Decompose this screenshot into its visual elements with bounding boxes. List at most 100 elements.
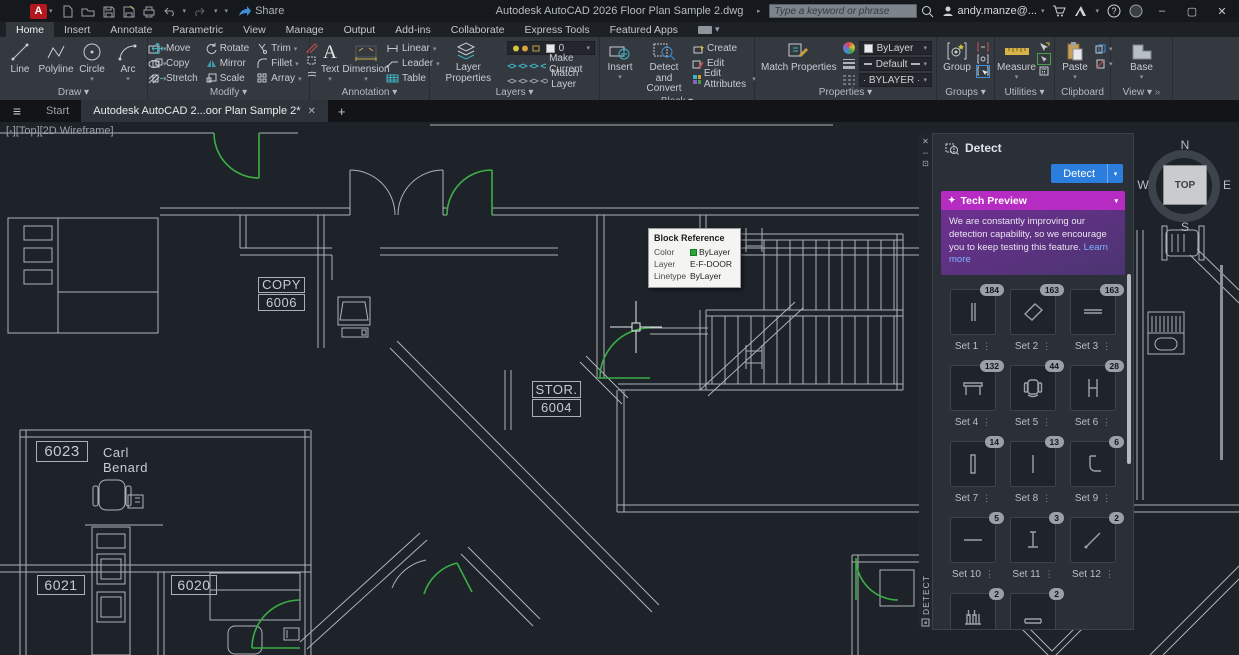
ribbon-tab-add-ins[interactable]: Add-ins bbox=[385, 22, 441, 37]
group-selection-icon[interactable] bbox=[976, 65, 990, 78]
compass-south[interactable]: S bbox=[1178, 220, 1192, 234]
set-card-vertical-rectangle-icon[interactable]: 14 bbox=[950, 436, 1004, 488]
set-card-chair-icon[interactable]: 44 bbox=[1010, 360, 1064, 412]
help-icon[interactable]: ? bbox=[1107, 4, 1121, 18]
viewcube[interactable]: N W E S TOP bbox=[1137, 138, 1231, 238]
ribbon-tab-output[interactable]: Output bbox=[334, 22, 386, 37]
screencast-icon[interactable] bbox=[1129, 4, 1143, 18]
set-options-kebab-icon[interactable]: ⋮ bbox=[1042, 417, 1051, 428]
lineweight-dropdown[interactable]: Default ▾ bbox=[858, 57, 932, 71]
minimize-button[interactable]: – bbox=[1151, 5, 1173, 17]
insert-button[interactable]: Insert ▾ bbox=[604, 40, 636, 82]
new-file-icon[interactable] bbox=[61, 5, 74, 18]
set-options-kebab-icon[interactable]: ⋮ bbox=[1105, 569, 1114, 580]
move-button[interactable]: Move bbox=[152, 42, 198, 55]
close-button[interactable]: ✕ bbox=[1211, 5, 1233, 18]
palette-properties-icon[interactable]: ⊡ bbox=[922, 158, 929, 169]
dimension-button[interactable]: Dimension ▾ bbox=[342, 40, 390, 84]
paste-button[interactable]: Paste ▾ bbox=[1059, 40, 1091, 82]
save-as-icon[interactable] bbox=[122, 5, 135, 18]
ribbon-tab-featured-apps[interactable]: Featured Apps bbox=[600, 22, 688, 37]
undo-icon[interactable] bbox=[162, 5, 176, 17]
set-options-kebab-icon[interactable]: ⋮ bbox=[982, 417, 991, 428]
set-card-low-bar-icon[interactable]: 2 bbox=[1010, 588, 1064, 629]
set-card-corner-profile-icon[interactable]: 6 bbox=[1070, 436, 1124, 488]
mirror-button[interactable]: Mirror bbox=[206, 57, 249, 70]
tab-active-drawing[interactable]: Autodesk AutoCAD 2...oor Plan Sample 2* … bbox=[81, 100, 328, 122]
cut-clip-icon[interactable]: ▾ bbox=[1095, 57, 1113, 70]
ribbon-tab-home[interactable]: Home bbox=[6, 22, 55, 37]
set-card-diagonal-line-icon[interactable]: 2 bbox=[1070, 512, 1124, 564]
palette-side-tab[interactable]: DETECT bbox=[921, 575, 931, 627]
set-card-rotated-rectangle-icon[interactable]: 163 bbox=[1010, 284, 1064, 336]
set-options-kebab-icon[interactable]: ⋮ bbox=[982, 493, 991, 504]
set-options-kebab-icon[interactable]: ⋮ bbox=[1042, 341, 1051, 352]
copy-clip-icon[interactable]: ▾ bbox=[1095, 42, 1113, 55]
palette-close-icon[interactable]: ✕ bbox=[922, 136, 929, 147]
panel-utilities-label[interactable]: Utilities ▾ bbox=[995, 87, 1054, 100]
object-color-dropdown[interactable]: ByLayer ▾ bbox=[858, 41, 932, 55]
cart-icon[interactable] bbox=[1052, 5, 1067, 17]
viewcube-top-face[interactable]: TOP bbox=[1163, 165, 1207, 205]
set-options-kebab-icon[interactable]: ⋮ bbox=[985, 569, 994, 580]
ribbon-tab-view[interactable]: View bbox=[233, 22, 276, 37]
set-options-kebab-icon[interactable]: ⋮ bbox=[982, 341, 991, 352]
ribbon-tab-collaborate[interactable]: Collaborate bbox=[441, 22, 515, 37]
undo-caret-icon[interactable]: ▾ bbox=[183, 7, 187, 15]
panel-properties-label[interactable]: Properties ▾ bbox=[755, 87, 936, 100]
panel-scrollbar[interactable] bbox=[1127, 274, 1131, 464]
set-card-i-beam-icon[interactable]: 3 bbox=[1010, 512, 1064, 564]
compass-west[interactable]: W bbox=[1136, 178, 1150, 192]
linetype-dropdown[interactable]: BYLAYER ▾ bbox=[858, 73, 932, 87]
compass-north[interactable]: N bbox=[1178, 138, 1192, 152]
ribbon-tab-insert[interactable]: Insert bbox=[54, 22, 100, 37]
set-card-vertical-line-icon[interactable]: 13 bbox=[1010, 436, 1064, 488]
panel-draw-label[interactable]: Draw ▾ bbox=[0, 87, 147, 100]
restore-button[interactable]: ▢ bbox=[1181, 5, 1203, 18]
tech-preview-header[interactable]: ✦ Tech Preview ▾ bbox=[941, 191, 1125, 210]
compass-east[interactable]: E bbox=[1220, 178, 1234, 192]
set-card-double-horizontal-line-icon[interactable]: 163 bbox=[1070, 284, 1124, 336]
share-button[interactable]: Share bbox=[238, 5, 284, 17]
autodesk-caret-icon[interactable]: ▾ bbox=[1095, 7, 1099, 15]
set-options-kebab-icon[interactable]: ⋮ bbox=[1042, 493, 1051, 504]
user-account-menu[interactable]: andy.manze@... ▾ bbox=[942, 5, 1044, 17]
hamburger-menu-icon[interactable]: ≡ bbox=[0, 100, 34, 122]
scale-button[interactable]: Scale bbox=[206, 72, 249, 85]
set-card-desk-icon[interactable]: 132 bbox=[950, 360, 1004, 412]
plot-icon[interactable] bbox=[142, 5, 155, 18]
ribbon-tab-manage[interactable]: Manage bbox=[276, 22, 334, 37]
match-properties-button[interactable]: Match Properties bbox=[759, 40, 839, 75]
new-tab-button[interactable]: + bbox=[328, 100, 356, 122]
redo-icon[interactable] bbox=[193, 5, 207, 17]
layer-properties-button[interactable]: Layer Properties bbox=[434, 40, 503, 85]
stretch-button[interactable]: Stretch bbox=[152, 72, 198, 85]
array-button[interactable]: Array ▾ bbox=[257, 72, 302, 85]
trim-button[interactable]: Trim ▾ bbox=[257, 42, 301, 55]
rotate-button[interactable]: Rotate bbox=[206, 42, 249, 55]
ribbon-tab-annotate[interactable]: Annotate bbox=[100, 22, 162, 37]
arc-button[interactable]: Arc ▾ bbox=[112, 40, 144, 84]
create-block-button[interactable]: Create bbox=[692, 42, 756, 55]
set-card-h-beam-icon[interactable]: 28 bbox=[1070, 360, 1124, 412]
search-input[interactable] bbox=[768, 4, 917, 18]
set-card-horizontal-line-icon[interactable]: 5 bbox=[950, 512, 1004, 564]
autodesk-logo-icon[interactable] bbox=[1074, 5, 1087, 17]
viewport-controls[interactable]: [-][Top][2D Wireframe] bbox=[6, 125, 114, 137]
fillet-button[interactable]: Fillet ▾ bbox=[257, 57, 301, 70]
group-edit-icon[interactable] bbox=[977, 54, 989, 64]
tab-start[interactable]: Start bbox=[34, 100, 81, 122]
panel-layers-label[interactable]: Layers ▾ bbox=[430, 87, 599, 100]
tech-preview-collapse-icon[interactable]: ▾ bbox=[1114, 197, 1118, 205]
quick-select-icon[interactable] bbox=[1038, 42, 1050, 52]
ribbon-tab-parametric[interactable]: Parametric bbox=[162, 22, 233, 37]
quick-calc-icon[interactable] bbox=[1037, 53, 1051, 65]
group-button[interactable]: Group bbox=[941, 40, 973, 75]
line-button[interactable]: Line bbox=[4, 40, 36, 77]
panel-groups-label[interactable]: Groups ▾ bbox=[937, 87, 994, 100]
detect-and-convert-button[interactable]: Detect and Convert bbox=[640, 40, 688, 96]
polyline-button[interactable]: Polyline bbox=[38, 40, 74, 77]
workspace-switch-button[interactable]: ▾ bbox=[697, 22, 719, 37]
ungroup-icon[interactable] bbox=[977, 42, 989, 52]
panel-annotation-label[interactable]: Annotation ▾ bbox=[310, 87, 429, 100]
